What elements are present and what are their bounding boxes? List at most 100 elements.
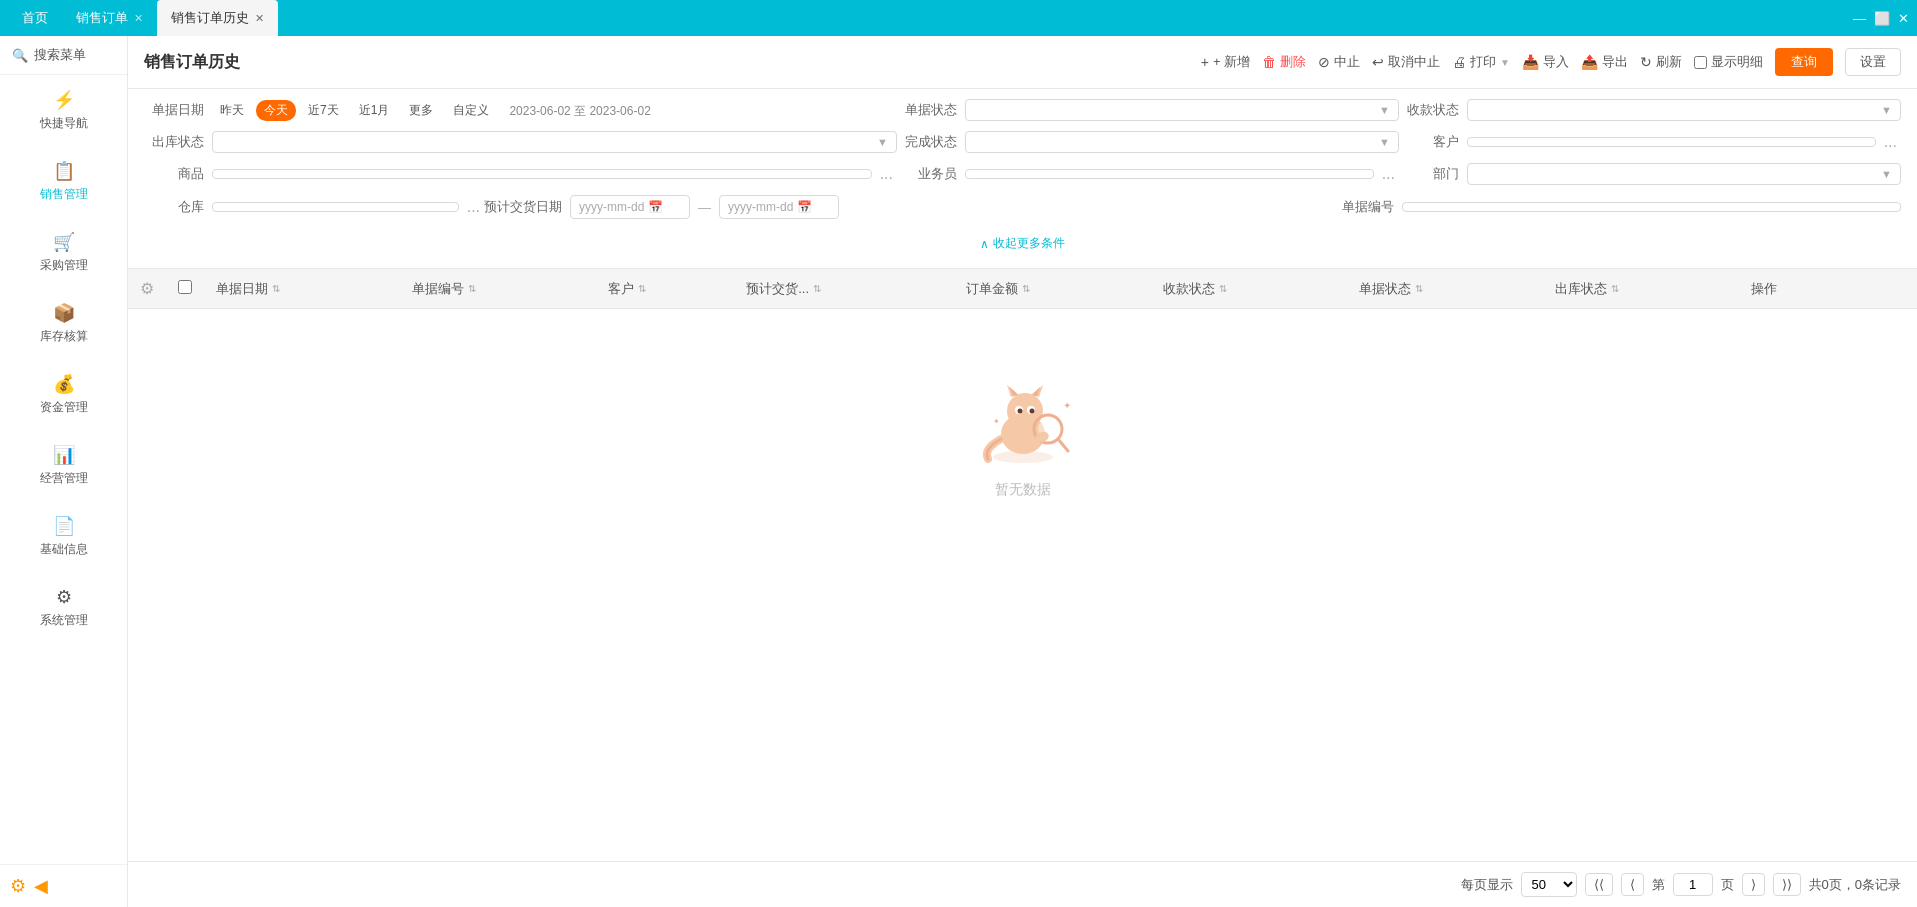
export-btn[interactable]: 📤 导出 bbox=[1581, 53, 1628, 71]
empty-illustration: ✦ ✦ bbox=[963, 369, 1083, 469]
filter-out-status-label: 出库状态 bbox=[144, 133, 204, 151]
select-all-checkbox[interactable] bbox=[178, 280, 192, 294]
sidebar-item-sys-mgmt[interactable]: ⚙ 系统管理 bbox=[0, 572, 127, 643]
total-records-label: 共0页，0条记录 bbox=[1809, 876, 1901, 894]
date-tag-today[interactable]: 今天 bbox=[256, 100, 296, 121]
date-tag-7days[interactable]: 近7天 bbox=[300, 100, 347, 121]
th-bill-status[interactable]: 单据状态 ⇅ bbox=[1347, 269, 1543, 309]
purchase-mgmt-icon: 🛒 bbox=[53, 231, 75, 253]
sidebar-settings-icon[interactable]: ⚙ bbox=[10, 875, 26, 897]
close-btn[interactable]: ✕ bbox=[1898, 11, 1909, 26]
stop-btn[interactable]: ⊘ 中止 bbox=[1318, 53, 1360, 71]
salesperson-ellipsis-btn[interactable]: ... bbox=[1378, 165, 1399, 183]
refresh-icon: ↻ bbox=[1640, 54, 1652, 70]
customer-ellipsis-btn[interactable]: ... bbox=[1880, 133, 1901, 151]
th-expected-date[interactable]: 预计交货... ⇅ bbox=[734, 269, 954, 309]
print-btn[interactable]: 🖨 打印 ▼ bbox=[1452, 53, 1510, 71]
filter-dept: 部门 ▼ bbox=[1399, 163, 1901, 185]
restore-btn[interactable]: ⬜ bbox=[1874, 11, 1890, 26]
query-button[interactable]: 查询 bbox=[1775, 48, 1833, 76]
tab-sales-order-close[interactable]: ✕ bbox=[134, 12, 143, 25]
bill-no-input[interactable] bbox=[1402, 202, 1901, 212]
filter-row-2: 出库状态 ▼ 完成状态 ▼ 客户 bbox=[144, 131, 1901, 153]
warehouse-ellipsis-btn[interactable]: ... bbox=[463, 198, 484, 216]
page-size-select[interactable]: 50 10 20 100 bbox=[1521, 872, 1577, 897]
th-receipt-status-label: 收款状态 bbox=[1163, 280, 1215, 298]
display-cols-checkbox[interactable] bbox=[1694, 56, 1707, 69]
calendar-from-icon[interactable]: 📅 bbox=[648, 200, 663, 214]
th-bill-date[interactable]: 单据日期 ⇅ bbox=[204, 269, 400, 309]
prev-page-btn[interactable]: ⟨ bbox=[1621, 873, 1644, 896]
date-tag-custom[interactable]: 自定义 bbox=[445, 100, 497, 121]
window-controls: — ⬜ ✕ bbox=[1853, 11, 1909, 26]
out-status-select[interactable]: ▼ bbox=[212, 131, 897, 153]
column-settings-icon[interactable]: ⚙ bbox=[140, 280, 154, 297]
sidebar-item-basic-info[interactable]: 📄 基础信息 bbox=[0, 501, 127, 572]
date-tag-more[interactable]: 更多 bbox=[401, 100, 441, 121]
sidebar-item-purchase-mgmt-label: 采购管理 bbox=[40, 257, 88, 274]
warehouse-input[interactable] bbox=[212, 202, 459, 212]
sidebar-item-operations[interactable]: 📊 经营管理 bbox=[0, 430, 127, 501]
expected-date-from-input[interactable]: yyyy-mm-dd 📅 bbox=[570, 195, 690, 219]
svg-point-2 bbox=[1007, 393, 1043, 429]
filter-salesperson: 业务员 ... bbox=[897, 165, 1399, 183]
sidebar-item-inventory[interactable]: 📦 库存核算 bbox=[0, 288, 127, 359]
cancel-stop-icon: ↩ bbox=[1372, 54, 1384, 70]
tab-sales-order[interactable]: 销售订单 ✕ bbox=[62, 0, 157, 36]
display-cols-toggle[interactable]: 显示明细 bbox=[1694, 53, 1763, 71]
date-tag-yesterday[interactable]: 昨天 bbox=[212, 100, 252, 121]
salesperson-input[interactable] bbox=[965, 169, 1374, 179]
expected-date-to-input[interactable]: yyyy-mm-dd 📅 bbox=[719, 195, 839, 219]
filter-warehouse-label: 仓库 bbox=[144, 198, 204, 216]
complete-status-select[interactable]: ▼ bbox=[965, 131, 1399, 153]
minimize-btn[interactable]: — bbox=[1853, 11, 1866, 26]
sidebar: 🔍 搜索菜单 ⚡ 快捷导航 📋 销售管理 🛒 采购管理 📦 库存核算 💰 资金管… bbox=[0, 36, 128, 907]
bill-date-sort-icon: ⇅ bbox=[272, 283, 280, 294]
import-btn[interactable]: 📥 导入 bbox=[1522, 53, 1569, 71]
page-number-input[interactable] bbox=[1673, 873, 1713, 896]
cancel-stop-btn[interactable]: ↩ 取消中止 bbox=[1372, 53, 1440, 71]
last-page-btn[interactable]: ⟩⟩ bbox=[1773, 873, 1801, 896]
sidebar-item-finance[interactable]: 💰 资金管理 bbox=[0, 359, 127, 430]
th-amount[interactable]: 订单金额 ⇅ bbox=[954, 269, 1150, 309]
delete-btn[interactable]: 🗑 删除 bbox=[1262, 53, 1306, 71]
first-page-btn[interactable]: ⟨⟨ bbox=[1585, 873, 1613, 896]
empty-state-row: ✦ ✦ 暂无数据 bbox=[128, 309, 1917, 560]
stop-icon: ⊘ bbox=[1318, 54, 1330, 70]
tab-sales-order-history-close[interactable]: ✕ bbox=[255, 12, 264, 25]
sidebar-search[interactable]: 🔍 搜索菜单 bbox=[0, 36, 127, 75]
calendar-to-icon[interactable]: 📅 bbox=[797, 200, 812, 214]
settings-button[interactable]: 设置 bbox=[1845, 48, 1901, 76]
new-btn[interactable]: + + 新增 bbox=[1201, 53, 1250, 71]
sidebar-item-quick-nav[interactable]: ⚡ 快捷导航 bbox=[0, 75, 127, 146]
date-tag-1month[interactable]: 近1月 bbox=[351, 100, 398, 121]
next-page-btn[interactable]: ⟩ bbox=[1742, 873, 1765, 896]
svg-text:✦: ✦ bbox=[993, 417, 1000, 426]
th-receipt-status[interactable]: 收款状态 ⇅ bbox=[1151, 269, 1347, 309]
th-customer[interactable]: 客户 ⇅ bbox=[596, 269, 734, 309]
tab-sales-order-history[interactable]: 销售订单历史 ✕ bbox=[157, 0, 278, 36]
filter-bill-status-label: 单据状态 bbox=[897, 101, 957, 119]
th-bill-no[interactable]: 单据编号 ⇅ bbox=[400, 269, 596, 309]
sidebar-collapse-icon[interactable]: ◀ bbox=[34, 875, 48, 897]
refresh-btn[interactable]: ↻ 刷新 bbox=[1640, 53, 1682, 71]
receipt-status-select[interactable]: ▼ bbox=[1467, 99, 1901, 121]
th-out-status-label: 出库状态 bbox=[1555, 280, 1607, 298]
bill-status-select[interactable]: ▼ bbox=[965, 99, 1399, 121]
sidebar-item-sales-mgmt[interactable]: 📋 销售管理 bbox=[0, 146, 127, 217]
new-btn-label: + 新增 bbox=[1213, 53, 1250, 71]
tab-home[interactable]: 首页 bbox=[8, 0, 62, 36]
sidebar-item-purchase-mgmt[interactable]: 🛒 采购管理 bbox=[0, 217, 127, 288]
goods-input[interactable] bbox=[212, 169, 872, 179]
expected-date-to-placeholder: yyyy-mm-dd bbox=[728, 200, 793, 214]
page-header: 销售订单历史 + + 新增 🗑 删除 ⊘ 中止 ↩ 取消中止 bbox=[128, 36, 1917, 89]
dept-select[interactable]: ▼ bbox=[1467, 163, 1901, 185]
goods-ellipsis-btn[interactable]: ... bbox=[876, 165, 897, 183]
collapse-bar[interactable]: ∧ 收起更多条件 bbox=[144, 229, 1901, 258]
th-out-status[interactable]: 出库状态 ⇅ bbox=[1543, 269, 1739, 309]
filter-complete-status-label: 完成状态 bbox=[897, 133, 957, 151]
customer-input[interactable] bbox=[1467, 137, 1876, 147]
display-cols-label: 显示明细 bbox=[1711, 53, 1763, 71]
filter-row-4: 仓库 ... 预计交货日期 yyyy-mm-dd 📅 — bbox=[144, 195, 1901, 219]
expected-date-from-placeholder: yyyy-mm-dd bbox=[579, 200, 644, 214]
